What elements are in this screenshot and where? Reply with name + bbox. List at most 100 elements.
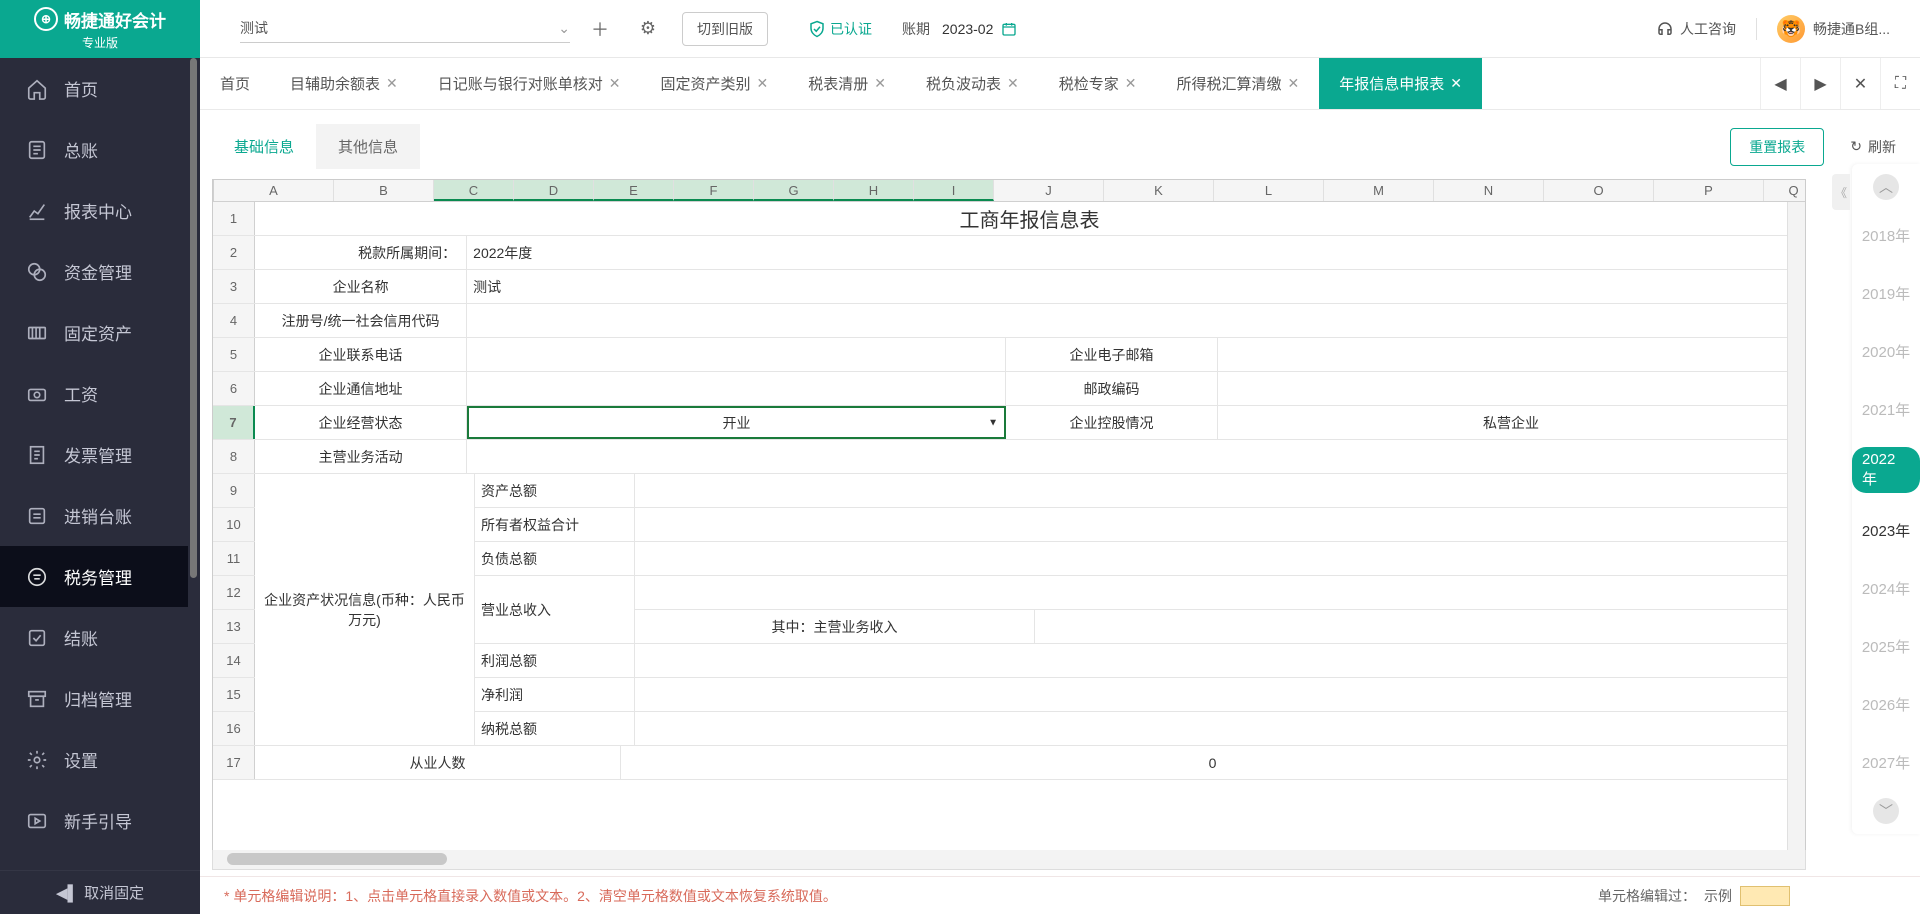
- nav-item-chart[interactable]: 报表中心: [0, 180, 188, 241]
- row-number[interactable]: 11: [213, 542, 255, 575]
- year-scroll-down[interactable]: ﹀: [1873, 798, 1899, 824]
- year-item[interactable]: 2022年: [1852, 447, 1920, 493]
- col-header[interactable]: K: [1104, 180, 1214, 201]
- col-header[interactable]: J: [994, 180, 1104, 201]
- grid-vscroll[interactable]: [1787, 202, 1805, 850]
- tab-close-icon[interactable]: ✕: [874, 75, 886, 92]
- row-number[interactable]: 8: [213, 440, 255, 473]
- tabs-expand[interactable]: ⛶: [1880, 58, 1920, 109]
- tab[interactable]: 税表清册✕: [788, 58, 906, 109]
- nav-item-asset[interactable]: 固定资产: [0, 302, 188, 363]
- tab-close-icon[interactable]: ✕: [609, 75, 621, 92]
- col-header[interactable]: I: [914, 180, 994, 201]
- col-header[interactable]: D: [514, 180, 594, 201]
- grid-hscroll[interactable]: [212, 850, 1806, 870]
- nav-item-invoice[interactable]: 发票管理: [0, 424, 188, 485]
- tab-close-icon[interactable]: ✕: [386, 75, 398, 92]
- col-header[interactable]: N: [1434, 180, 1544, 201]
- tab[interactable]: 税负波动表✕: [906, 58, 1039, 109]
- tabs-scroll-left[interactable]: ◀: [1760, 58, 1800, 109]
- sheet-tab[interactable]: 其他信息: [316, 124, 420, 169]
- tab[interactable]: 税检专家✕: [1039, 58, 1157, 109]
- row-number[interactable]: 6: [213, 372, 255, 405]
- nav-item-psi[interactable]: 进销台账: [0, 485, 188, 546]
- cell[interactable]: [467, 338, 1006, 371]
- nav-item-home[interactable]: 首页: [0, 58, 188, 119]
- col-header[interactable]: P: [1654, 180, 1764, 201]
- tab[interactable]: 所得税汇算清缴✕: [1157, 58, 1320, 109]
- col-header[interactable]: H: [834, 180, 914, 201]
- cell[interactable]: [467, 372, 1006, 405]
- tab-close-icon[interactable]: ✕: [1288, 75, 1300, 92]
- refresh-button[interactable]: ↻ 刷新: [1850, 137, 1896, 157]
- col-header[interactable]: L: [1214, 180, 1324, 201]
- col-header[interactable]: O: [1544, 180, 1654, 201]
- verified-badge[interactable]: 已认证: [808, 19, 872, 39]
- row-number[interactable]: 14: [213, 644, 255, 677]
- spreadsheet[interactable]: ABCDEFGHIJKLMNOPQ 1工商年报信息表2税款所属期间：2022年度…: [212, 179, 1806, 850]
- unpin-sidebar-button[interactable]: ◀▌ 取消固定: [0, 870, 200, 914]
- row-number[interactable]: 4: [213, 304, 255, 337]
- sidebar-scroll-thumb[interactable]: [190, 58, 197, 578]
- col-header[interactable]: M: [1324, 180, 1434, 201]
- col-header[interactable]: E: [594, 180, 674, 201]
- row-number[interactable]: 1: [213, 202, 255, 235]
- add-button[interactable]: ＋: [582, 11, 618, 47]
- cell[interactable]: [635, 644, 1805, 677]
- tabs-scroll-right[interactable]: ▶: [1800, 58, 1840, 109]
- cell[interactable]: [635, 474, 1805, 507]
- cell[interactable]: 0: [621, 746, 1805, 779]
- row-number[interactable]: 15: [213, 678, 255, 711]
- reset-report-button[interactable]: 重置报表: [1730, 128, 1824, 166]
- row-number[interactable]: 12: [213, 576, 255, 609]
- tab[interactable]: 年报信息申报表✕: [1319, 58, 1482, 109]
- nav-item-ledger[interactable]: 总账: [0, 119, 188, 180]
- cell[interactable]: [1218, 338, 1805, 371]
- col-header[interactable]: Q: [1764, 180, 1806, 201]
- nav-item-money[interactable]: 资金管理: [0, 241, 188, 302]
- tab-close-icon[interactable]: ✕: [1007, 75, 1019, 92]
- year-scroll-up[interactable]: ︿: [1873, 174, 1899, 200]
- tab-close-icon[interactable]: ✕: [757, 75, 769, 92]
- tab-close-icon[interactable]: ✕: [1125, 75, 1137, 92]
- cell[interactable]: [635, 508, 1805, 541]
- nav-item-archive[interactable]: 归档管理: [0, 668, 188, 729]
- sidebar-scrollbar[interactable]: [190, 58, 197, 874]
- year-item[interactable]: 2023年: [1862, 510, 1910, 551]
- nav-item-gear[interactable]: 设置: [0, 729, 188, 790]
- sheet-tab[interactable]: 基础信息: [212, 124, 316, 169]
- year-strip-collapse[interactable]: 《: [1832, 174, 1850, 210]
- row-number[interactable]: 9: [213, 474, 255, 507]
- cell[interactable]: [467, 304, 1805, 337]
- row-number[interactable]: 17: [213, 746, 255, 779]
- row-number[interactable]: 13: [213, 610, 255, 643]
- cell[interactable]: [1035, 610, 1805, 643]
- col-header[interactable]: B: [334, 180, 434, 201]
- dropdown-icon[interactable]: ▼: [988, 417, 998, 428]
- row-number[interactable]: 16: [213, 712, 255, 745]
- row-number[interactable]: 3: [213, 270, 255, 303]
- nav-item-tax[interactable]: 税务管理: [0, 546, 188, 607]
- user-menu[interactable]: 🐯 畅捷通B组...: [1777, 15, 1890, 43]
- nav-item-salary[interactable]: 工资: [0, 363, 188, 424]
- col-header[interactable]: F: [674, 180, 754, 201]
- tab[interactable]: 固定资产类别✕: [641, 58, 789, 109]
- period-picker[interactable]: 2023-02: [942, 21, 1017, 37]
- cell[interactable]: [1218, 372, 1805, 405]
- col-header[interactable]: G: [754, 180, 834, 201]
- tab[interactable]: 首页: [200, 58, 270, 109]
- cell[interactable]: 测试: [467, 270, 1805, 303]
- cell[interactable]: 私营企业: [1218, 406, 1805, 439]
- cell[interactable]: [635, 542, 1805, 575]
- row-number[interactable]: 5: [213, 338, 255, 371]
- tab-close-icon[interactable]: ✕: [1450, 75, 1462, 92]
- company-dropdown[interactable]: 测试 ⌄: [240, 14, 570, 43]
- cell[interactable]: [635, 678, 1805, 711]
- row-number[interactable]: 10: [213, 508, 255, 541]
- nav-item-guide[interactable]: 新手引导: [0, 790, 188, 851]
- col-header[interactable]: C: [434, 180, 514, 201]
- period-value[interactable]: 2022年度: [467, 236, 1805, 269]
- settings-icon[interactable]: ⚙: [630, 11, 666, 47]
- cell[interactable]: [467, 440, 1805, 473]
- tab[interactable]: 日记账与银行对账单核对✕: [418, 58, 641, 109]
